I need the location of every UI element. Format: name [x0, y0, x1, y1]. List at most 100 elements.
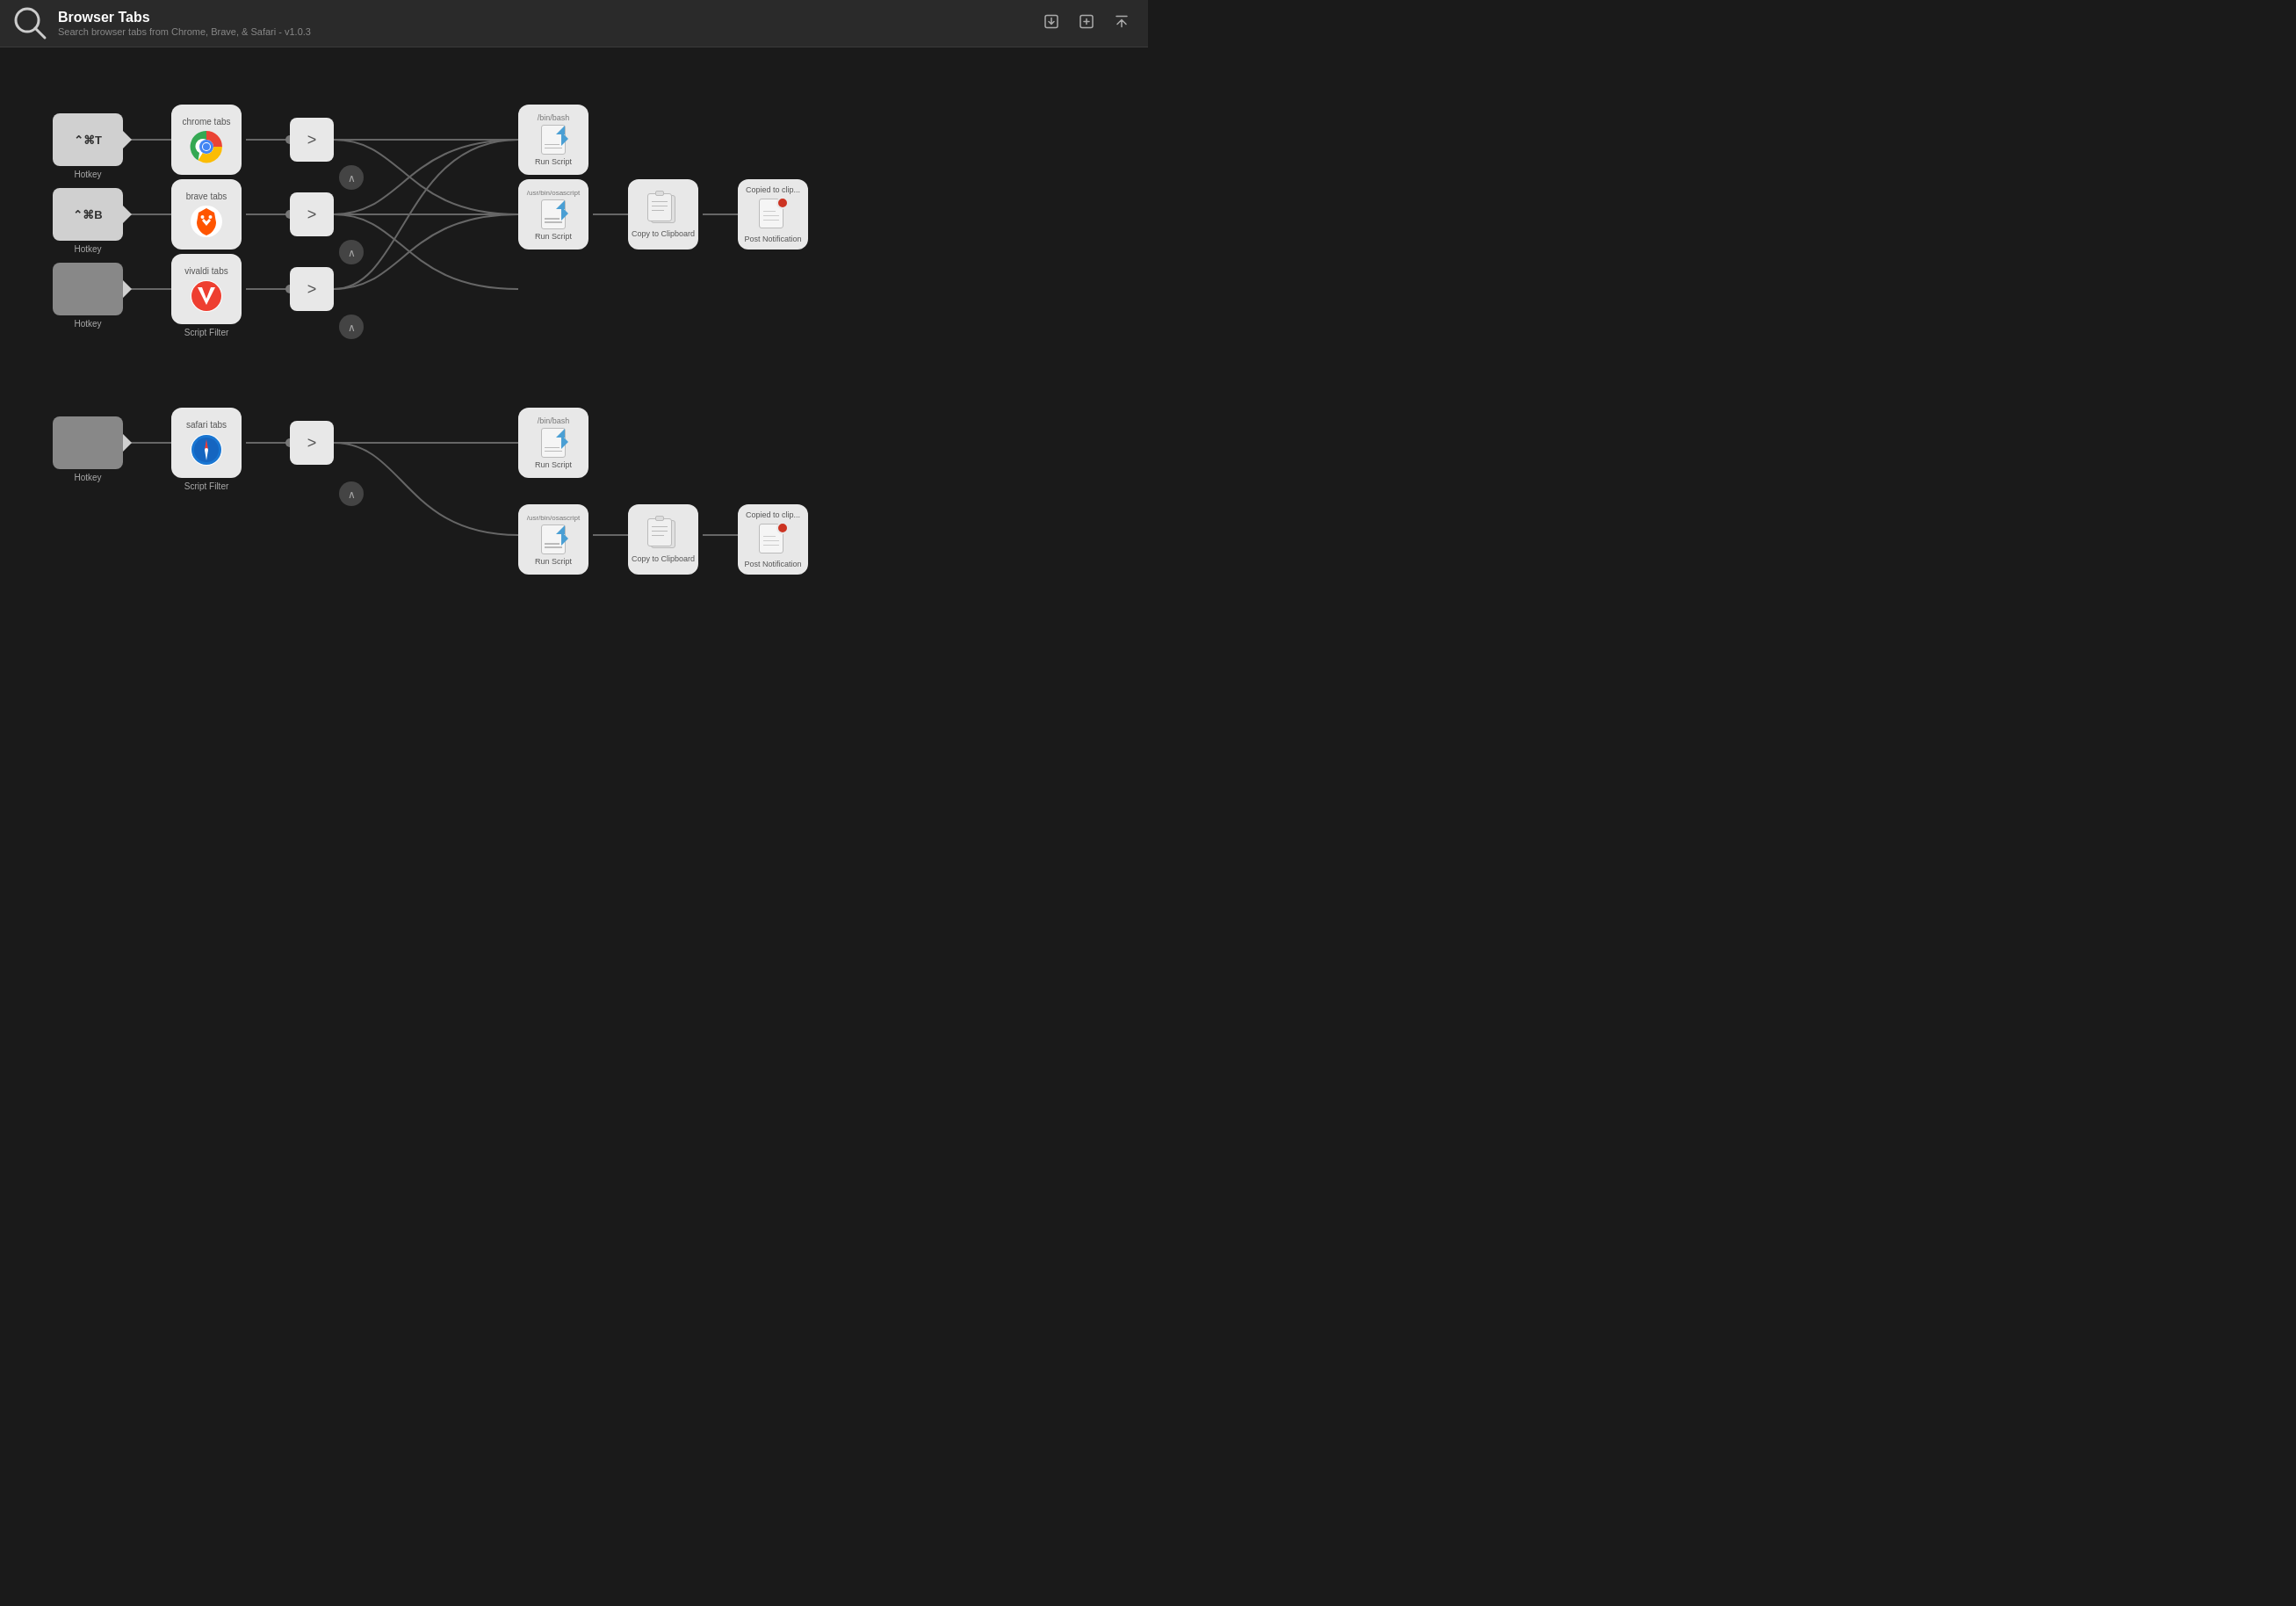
svg-point-15: [339, 240, 364, 264]
safari-icon: [190, 433, 223, 467]
filter-brave-symbol: >: [307, 206, 317, 224]
hotkey-chrome-box[interactable]: ⌃⌘T: [53, 113, 123, 166]
hotkey-brave[interactable]: ⌃⌘B Hotkey: [53, 188, 123, 255]
script-filter-brave-box[interactable]: brave tabs: [171, 179, 242, 250]
script-icon-2: [538, 199, 568, 229]
filter-vivaldi[interactable]: >: [290, 267, 334, 311]
run-script-osascript-box[interactable]: /usr/bin/osascript Run Script: [518, 179, 588, 250]
filter-vivaldi-box[interactable]: >: [290, 267, 334, 311]
filter-brave[interactable]: >: [290, 192, 334, 236]
hotkey-safari-label: Hotkey: [74, 473, 101, 483]
run-script-bash-4-label: Run Script: [535, 460, 572, 469]
script-filter-safari[interactable]: safari tabs Script Filter: [171, 408, 242, 492]
filter-safari[interactable]: >: [290, 421, 334, 465]
svg-point-42: [205, 448, 208, 452]
svg-line-1: [35, 28, 45, 38]
run-script-osascript-4-label: Run Script: [535, 557, 572, 566]
app-subtitle: Search browser tabs from Chrome, Brave, …: [58, 26, 311, 38]
clipboard-4[interactable]: Copy to Clipboard: [628, 504, 698, 575]
run-script-bash-4-box[interactable]: /bin/bash Run Script: [518, 408, 588, 478]
run-script-bash-1[interactable]: /bin/bash Run Script: [518, 105, 588, 178]
hotkey-vivaldi-label: Hotkey: [74, 319, 101, 329]
svg-point-17: [339, 315, 364, 339]
app-icon: [14, 7, 47, 40]
hotkey-brave-label: Hotkey: [74, 244, 101, 255]
svg-text:∧: ∧: [348, 322, 356, 334]
run-script-bash-1-label: Run Script: [535, 157, 572, 166]
hotkey-chrome-keys: ⌃⌘T: [74, 134, 102, 147]
workflow-canvas: ∧ ∧ ∧ ∧ ⌃⌘T Hotkey: [0, 47, 1148, 803]
svg-text:∧: ∧: [348, 488, 356, 501]
filter-brave-box[interactable]: >: [290, 192, 334, 236]
script-filter-chrome[interactable]: chrome tabs Script Filter: [171, 105, 242, 189]
notification-4[interactable]: Copied to clip... Post Notification: [738, 504, 808, 575]
add-button[interactable]: [1074, 9, 1099, 38]
app-title: Browser Tabs: [58, 9, 311, 25]
notification-icon-4: [755, 522, 791, 557]
filter-vivaldi-symbol: >: [307, 280, 317, 299]
clipboard-1-label: Copy to Clipboard: [632, 229, 695, 238]
script-icon-5: [538, 524, 568, 554]
svg-point-13: [339, 165, 364, 190]
script-filter-safari-box[interactable]: safari tabs: [171, 408, 242, 478]
filter-safari-symbol: >: [307, 434, 317, 452]
svg-point-34: [209, 215, 213, 219]
script-filter-vivaldi[interactable]: vivaldi tabs Script Filter: [171, 254, 242, 338]
script-icon-1: [538, 125, 568, 155]
run-script-osascript-label: Run Script: [535, 232, 572, 241]
svg-text:∧: ∧: [348, 172, 356, 184]
chrome-icon: [190, 130, 223, 163]
run-script-bash-1-box[interactable]: /bin/bash Run Script: [518, 105, 588, 175]
clipboard-4-box[interactable]: Copy to Clipboard: [628, 504, 698, 575]
script-filter-vivaldi-sublabel: Script Filter: [184, 328, 229, 338]
run-script-bash-1-path: /bin/bash: [538, 113, 570, 122]
filter-safari-box[interactable]: >: [290, 421, 334, 465]
script-filter-safari-sublabel: Script Filter: [184, 481, 229, 492]
notification-icon-1: [755, 197, 791, 232]
notification-1-label: Post Notification: [744, 235, 801, 243]
filter-chrome-symbol: >: [307, 131, 317, 149]
hotkey-brave-keys: ⌃⌘B: [73, 208, 102, 221]
filter-chrome[interactable]: >: [290, 118, 334, 162]
clipboard-icon-1: [646, 192, 681, 227]
run-script-osascript-4-path: /usr/bin/osascript: [527, 514, 580, 522]
clipboard-1[interactable]: Copy to Clipboard: [628, 179, 698, 250]
filter-chrome-box[interactable]: >: [290, 118, 334, 162]
notification-4-label: Post Notification: [744, 560, 801, 568]
script-filter-vivaldi-box[interactable]: vivaldi tabs: [171, 254, 242, 324]
export-button[interactable]: [1109, 9, 1134, 38]
clipboard-4-label: Copy to Clipboard: [632, 554, 695, 563]
notification-1-title: Copied to clip...: [746, 185, 800, 194]
notification-4-title: Copied to clip...: [746, 510, 800, 519]
clipboard-1-box[interactable]: Copy to Clipboard: [628, 179, 698, 250]
run-script-bash-4-path: /bin/bash: [538, 416, 570, 425]
brave-icon: [190, 205, 223, 238]
vivaldi-icon: [190, 279, 223, 313]
hotkey-safari-box[interactable]: [53, 416, 123, 469]
script-filter-chrome-name: chrome tabs: [182, 117, 230, 127]
svg-point-36: [191, 281, 221, 311]
import-button[interactable]: [1039, 9, 1064, 38]
notification-4-box[interactable]: Copied to clip... Post Notification: [738, 504, 808, 575]
hotkey-brave-box[interactable]: ⌃⌘B: [53, 188, 123, 241]
run-script-bash-4[interactable]: /bin/bash Run Script: [518, 408, 588, 478]
notification-1-box[interactable]: Copied to clip... Post Notification: [738, 179, 808, 250]
notification-1[interactable]: Copied to clip... Post Notification: [738, 179, 808, 250]
run-script-osascript[interactable]: /usr/bin/osascript Run Script: [518, 179, 588, 250]
script-filter-brave-name: brave tabs: [186, 192, 227, 201]
header: Browser Tabs Search browser tabs from Ch…: [0, 0, 1148, 47]
run-script-osascript-4-box[interactable]: /usr/bin/osascript Run Script: [518, 504, 588, 575]
hotkey-vivaldi-box[interactable]: [53, 263, 123, 315]
script-filter-vivaldi-name: vivaldi tabs: [184, 266, 227, 276]
run-script-osascript-path: /usr/bin/osascript: [527, 189, 580, 197]
script-filter-brave[interactable]: brave tabs Script Filter: [171, 179, 242, 264]
svg-point-33: [201, 215, 205, 219]
svg-text:∧: ∧: [348, 247, 356, 259]
hotkey-vivaldi[interactable]: Hotkey: [53, 263, 123, 329]
hotkey-safari[interactable]: Hotkey: [53, 416, 123, 483]
svg-point-31: [203, 143, 210, 150]
script-filter-chrome-box[interactable]: chrome tabs: [171, 105, 242, 175]
svg-point-24: [339, 481, 364, 506]
hotkey-chrome[interactable]: ⌃⌘T Hotkey: [53, 113, 123, 180]
run-script-osascript-4[interactable]: /usr/bin/osascript Run Script: [518, 504, 588, 575]
